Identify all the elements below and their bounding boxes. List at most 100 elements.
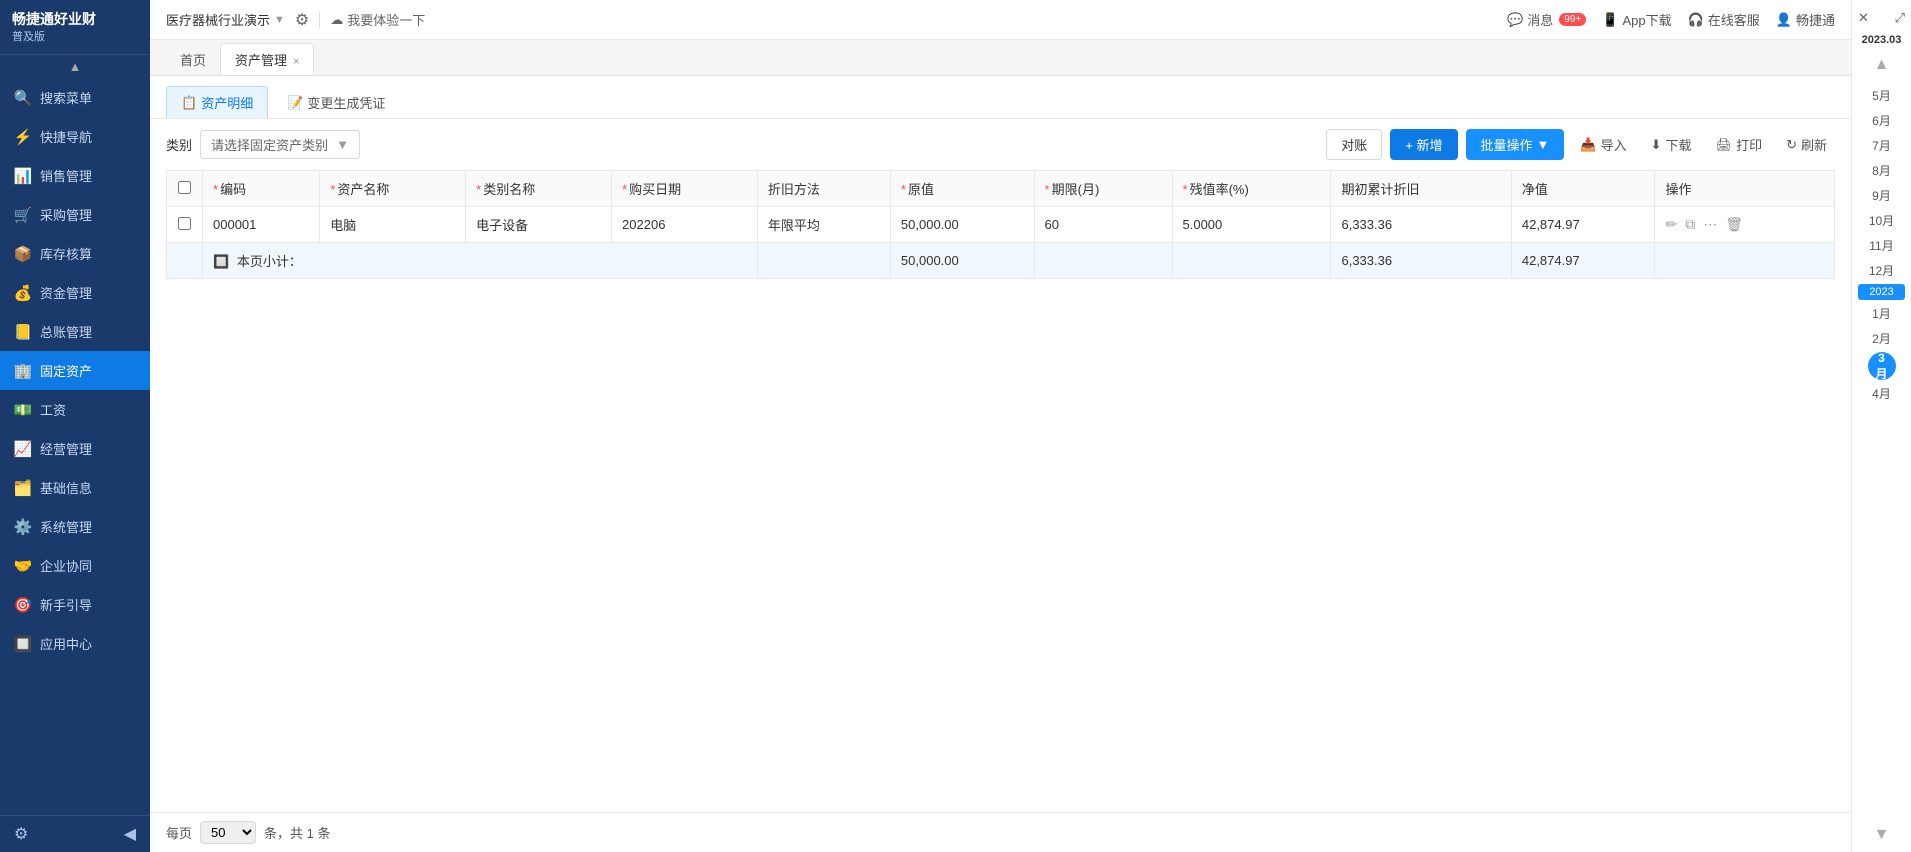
settings-icon[interactable]: ⚙ xyxy=(14,824,28,844)
timeline-month[interactable]: 7月 xyxy=(1858,134,1905,157)
sidebar-item-9[interactable]: 📈 经营管理 xyxy=(0,429,150,468)
sidebar-icon-2: 📊 xyxy=(14,167,32,185)
main-content: 医疗器械行业演示 ▼ ⚙ ☁ 我要体验一下 💬 消息 99 📱 App下载 🎧 xyxy=(150,0,1851,852)
cloud-icon: ☁ xyxy=(330,12,343,28)
subtotal-net-value: 42,874.97 xyxy=(1511,243,1655,279)
refresh-btn[interactable]: ↻ 刷新 xyxy=(1778,130,1835,159)
sidebar-logo: 畅捷通好业财 普及版 xyxy=(0,0,150,55)
select-all-header[interactable] xyxy=(167,171,203,207)
topbar-gear-icon[interactable]: ⚙ xyxy=(295,10,309,30)
category-filter[interactable]: 请选择固定资产类别 ▼ xyxy=(200,130,360,159)
timeline-month[interactable]: 5月 xyxy=(1858,84,1905,107)
timeline-month[interactable]: 6月 xyxy=(1858,109,1905,132)
download-label: 下载 xyxy=(1666,135,1692,154)
sidebar-icon-3: 🛒 xyxy=(14,206,32,224)
refresh-icon: ↻ xyxy=(1786,137,1797,153)
sidebar-item-0[interactable]: 🔍 搜索菜单 xyxy=(0,78,150,117)
edit-icon-0[interactable]: ✏ xyxy=(1665,216,1677,233)
tab-1[interactable]: 资产管理× xyxy=(220,43,314,75)
col-name: *资产名称 xyxy=(320,171,466,207)
select-all-checkbox[interactable] xyxy=(178,181,191,194)
filter-arrow-icon: ▼ xyxy=(336,137,349,152)
timeline-month[interactable]: 10月 xyxy=(1858,209,1905,232)
sidebar-label-5: 资金管理 xyxy=(40,283,92,302)
sidebar-item-6[interactable]: 📒 总账管理 xyxy=(0,312,150,351)
timeline-month[interactable]: 12月 xyxy=(1858,259,1905,282)
notification-badge: 99 xyxy=(1559,13,1586,26)
print-label: 打印 xyxy=(1736,135,1762,154)
sidebar-item-14[interactable]: 🔲 应用中心 xyxy=(0,624,150,663)
col-residual-rate: *残值率(%) xyxy=(1172,171,1331,207)
notifications-btn[interactable]: 💬 消息 99 xyxy=(1507,10,1586,29)
sidebar-label-12: 企业协同 xyxy=(40,556,92,575)
topbar-right: 💬 消息 99 📱 App下载 🎧 在线客服 👤 畅捷通 xyxy=(1507,10,1835,29)
sidebar-icon-6: 📒 xyxy=(14,323,32,341)
notifications-label: 消息 xyxy=(1527,10,1553,29)
online-support-label: 在线客服 xyxy=(1708,10,1760,29)
sidebar-item-12[interactable]: 🤝 企业协同 xyxy=(0,546,150,585)
import-btn[interactable]: 📥 导入 xyxy=(1572,130,1634,159)
row-checkbox-cell-0[interactable] xyxy=(167,207,203,243)
more-icon-0[interactable]: ⋯ xyxy=(1703,216,1717,233)
sidebar: 畅捷通好业财 普及版 ▲ 🔍 搜索菜单 ⚡ 快捷导航 📊 销售管理 🛒 采购管理… xyxy=(0,0,150,852)
timeline-month[interactable]: 2月 xyxy=(1858,327,1905,350)
copy-icon-0[interactable]: ⧉ xyxy=(1685,216,1695,233)
sidebar-item-4[interactable]: 📦 库存核算 xyxy=(0,234,150,273)
total-label: 条，共 1 条 xyxy=(264,823,330,842)
subtotal-actions-empty xyxy=(1655,243,1835,279)
sub-tab-icon-0: 📋 xyxy=(181,95,197,111)
sidebar-label-7: 固定资产 xyxy=(40,361,92,380)
sidebar-label-9: 经营管理 xyxy=(40,439,92,458)
experience-link[interactable]: ☁ 我要体验一下 xyxy=(330,10,425,29)
sub-tab-0[interactable]: 📋资产明细 xyxy=(166,86,268,118)
subtotal-label-cell: 🔲 本页小计： xyxy=(203,243,758,279)
timeline-up-btn[interactable]: ▲ xyxy=(1872,54,1892,76)
user-avatar-icon: 👤 xyxy=(1776,12,1792,28)
sidebar-item-10[interactable]: 🗂️ 基础信息 xyxy=(0,468,150,507)
table-container: *编码 *资产名称 *类别名称 *购买日期 折旧方法 *原值 *期限(月) *残… xyxy=(150,170,1851,812)
timeline-month[interactable]: 1月 xyxy=(1858,302,1905,325)
sidebar-icon-12: 🤝 xyxy=(14,557,32,575)
download-btn[interactable]: ⬇ 下载 xyxy=(1643,130,1700,159)
timeline-close-btn[interactable]: ✕ xyxy=(1856,8,1871,28)
col-purchase-date: *购买日期 xyxy=(612,171,758,207)
new-btn[interactable]: + 新增 xyxy=(1390,129,1457,160)
batch-label: 批量操作 xyxy=(1481,135,1533,154)
online-support-btn[interactable]: 🎧 在线客服 xyxy=(1688,10,1760,29)
timeline-month[interactable]: 9月 xyxy=(1858,184,1905,207)
delete-icon-0[interactable]: 🗑 xyxy=(1725,216,1743,233)
row-checkbox-0[interactable] xyxy=(178,217,191,230)
print-btn[interactable]: 🖨 打印 xyxy=(1708,130,1771,159)
sidebar-scroll-up[interactable]: ▲ xyxy=(0,55,150,78)
user-menu[interactable]: 👤 畅捷通 xyxy=(1776,10,1835,29)
company-selector[interactable]: 医疗器械行业演示 ▼ xyxy=(166,10,285,29)
sidebar-item-7[interactable]: 🏢 固定资产 xyxy=(0,351,150,390)
sidebar-item-3[interactable]: 🛒 采购管理 xyxy=(0,195,150,234)
sidebar-item-8[interactable]: 💵 工资 xyxy=(0,390,150,429)
app-subtitle: 普及版 xyxy=(12,28,138,44)
sidebar-item-5[interactable]: 💰 资金管理 xyxy=(0,273,150,312)
per-page-select[interactable]: 102050100 xyxy=(200,821,256,844)
sidebar-item-1[interactable]: ⚡ 快捷导航 xyxy=(0,117,150,156)
timeline-month[interactable]: 8月 xyxy=(1858,159,1905,182)
timeline-month[interactable]: 11月 xyxy=(1858,234,1905,257)
toolbar-left: 类别 请选择固定资产类别 ▼ xyxy=(166,130,360,159)
timeline-down-btn[interactable]: ▼ xyxy=(1872,824,1892,845)
tab-0[interactable]: 首页 xyxy=(166,44,220,75)
toolbar-right: 对账 + 新增 批量操作 ▼ 📥 导入 ⬇ 下载 🖨 打印 xyxy=(1326,129,1835,160)
collapse-icon[interactable]: ◀ xyxy=(124,824,136,844)
timeline-month[interactable]: 3月 xyxy=(1868,352,1896,380)
timeline-month[interactable]: 4月 xyxy=(1858,382,1905,405)
reconcile-btn[interactable]: 对账 xyxy=(1326,129,1382,160)
row-category-0: 电子设备 xyxy=(466,207,612,243)
sub-tab-1[interactable]: 📝变更生成凭证 xyxy=(272,86,400,118)
tabbar: 首页资产管理× xyxy=(150,40,1851,76)
subtotal-empty-1 xyxy=(757,243,890,279)
tab-close-1[interactable]: × xyxy=(293,56,299,68)
sidebar-item-13[interactable]: 🎯 新手引导 xyxy=(0,585,150,624)
timeline-expand-btn[interactable]: ⤢ xyxy=(1893,8,1907,28)
sidebar-item-11[interactable]: ⚙️ 系统管理 xyxy=(0,507,150,546)
sidebar-item-2[interactable]: 📊 销售管理 xyxy=(0,156,150,195)
batch-btn[interactable]: 批量操作 ▼ xyxy=(1466,129,1565,160)
app-download-btn[interactable]: 📱 App下载 xyxy=(1602,10,1671,29)
